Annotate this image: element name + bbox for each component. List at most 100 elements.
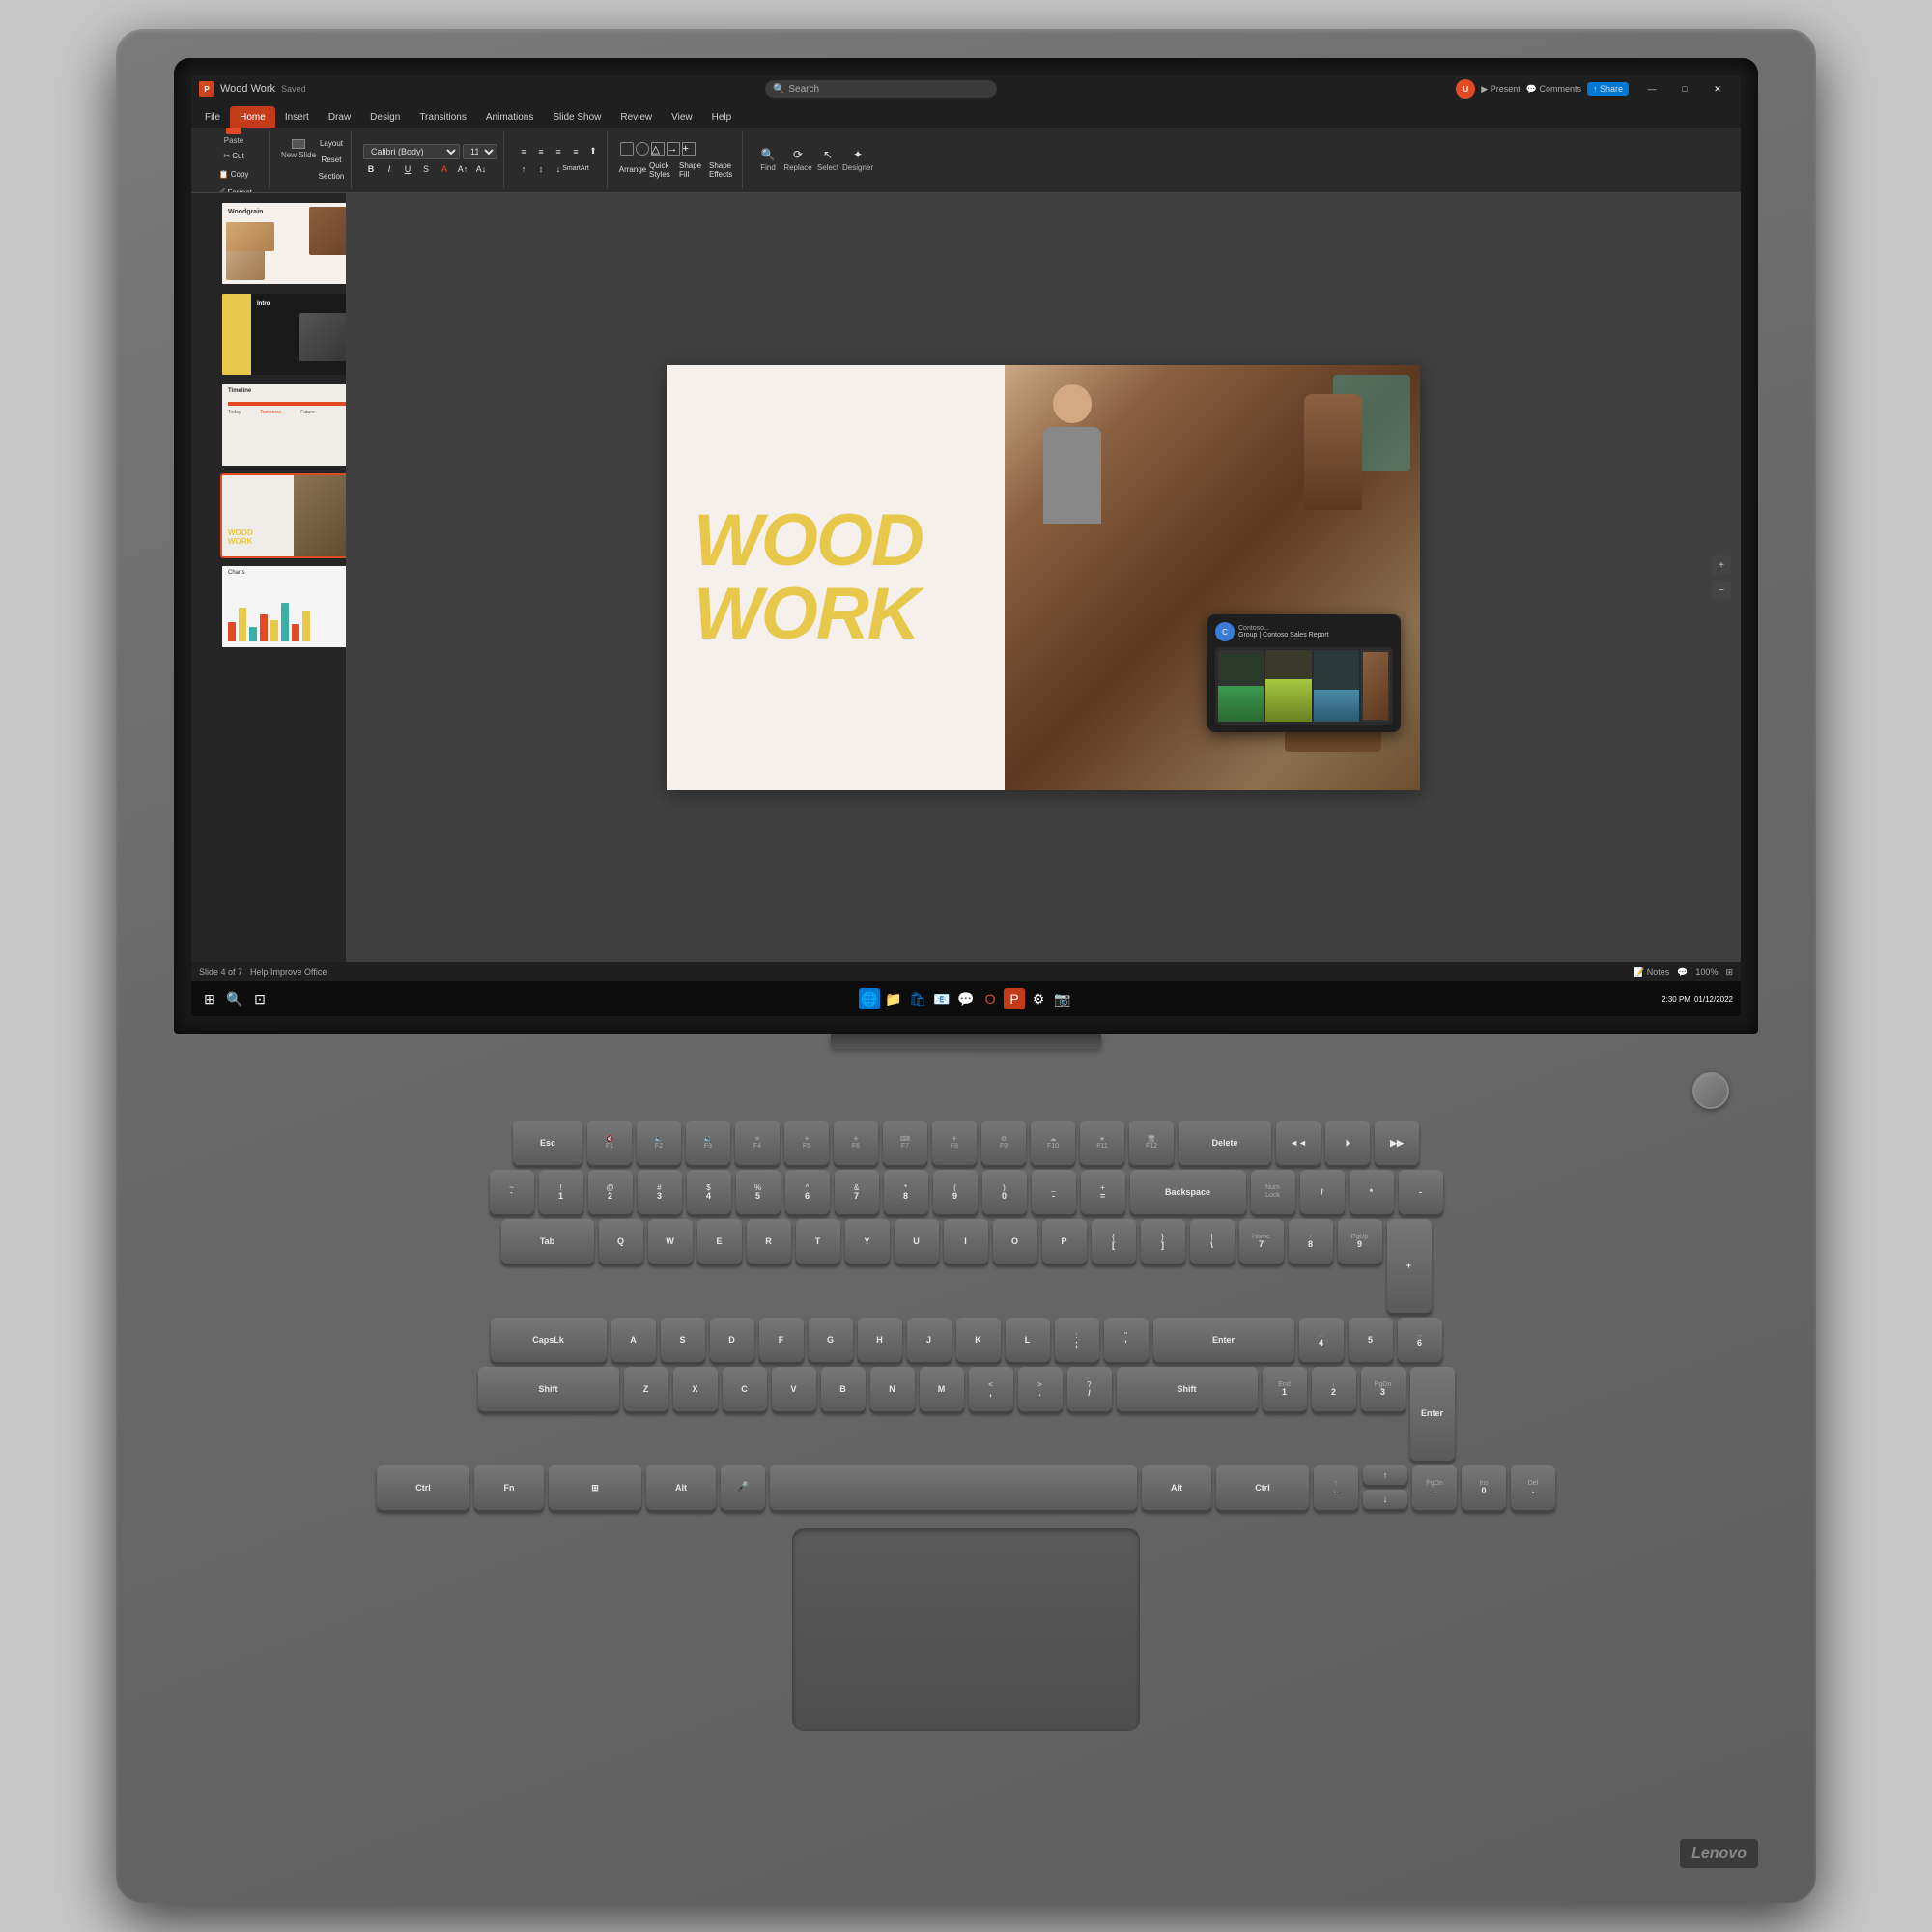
key-num3[interactable]: PgDn3 xyxy=(1361,1367,1406,1411)
key-num7[interactable]: Home7 xyxy=(1239,1219,1284,1264)
key-num-decimal[interactable]: Del. xyxy=(1511,1465,1555,1510)
underline-btn[interactable]: U xyxy=(400,161,415,177)
comments-btn[interactable]: 💬 Comments xyxy=(1526,84,1581,95)
key-numpad-enter[interactable]: Enter xyxy=(1410,1367,1455,1461)
slide-thumb-2[interactable]: Intro xyxy=(220,292,346,377)
taskbar-explorer-icon[interactable]: 📁 xyxy=(883,988,904,1009)
key-alt-left[interactable]: Alt xyxy=(646,1465,716,1510)
key-5[interactable]: %5 xyxy=(736,1170,781,1214)
key-f10[interactable]: ☁F10 xyxy=(1031,1121,1075,1165)
key-tab[interactable]: Tab xyxy=(501,1219,594,1264)
key-y[interactable]: Y xyxy=(845,1219,890,1264)
key-b[interactable]: B xyxy=(821,1367,866,1411)
reset-btn[interactable]: Reset xyxy=(318,153,345,168)
key-f3[interactable]: 🔉F3 xyxy=(686,1121,730,1165)
shape-more[interactable]: + xyxy=(682,142,696,156)
key-shift-right[interactable]: Shift xyxy=(1117,1367,1258,1411)
key-6[interactable]: ^6 xyxy=(785,1170,830,1214)
key-f6[interactable]: ☀F6 xyxy=(834,1121,878,1165)
comments-view-btn[interactable]: 💬 xyxy=(1677,967,1688,978)
designer-btn[interactable]: ✦ Designer xyxy=(844,147,871,174)
key-x[interactable]: X xyxy=(673,1367,718,1411)
copy-btn[interactable]: 📋 Copy xyxy=(205,165,263,183)
key-r[interactable]: R xyxy=(747,1219,791,1264)
select-btn[interactable]: ↖ Select xyxy=(814,147,841,174)
key-g[interactable]: G xyxy=(809,1318,853,1362)
key-equals[interactable]: += xyxy=(1081,1170,1125,1214)
zoom-in-btn[interactable]: + xyxy=(1712,555,1731,575)
key-media-play[interactable]: ⏵ xyxy=(1325,1121,1370,1165)
key-ctrl-right[interactable]: Ctrl xyxy=(1216,1465,1309,1510)
key-v[interactable]: V xyxy=(772,1367,816,1411)
key-num-star[interactable]: * xyxy=(1350,1170,1394,1214)
start-btn[interactable]: ⊞ xyxy=(199,988,220,1009)
key-a[interactable]: A xyxy=(611,1318,656,1362)
align-right-btn[interactable]: ≡ xyxy=(551,144,566,159)
key-e[interactable]: E xyxy=(697,1219,742,1264)
align-center-btn[interactable]: ≡ xyxy=(533,144,549,159)
key-z[interactable]: Z xyxy=(624,1367,668,1411)
key-backslash[interactable]: |\ xyxy=(1190,1219,1235,1264)
key-num6[interactable]: →6 xyxy=(1398,1318,1442,1362)
convert-smartart-btn[interactable]: SmartArt xyxy=(568,161,583,177)
main-slide[interactable]: WOODWORK xyxy=(667,365,1420,790)
key-q[interactable]: Q xyxy=(599,1219,643,1264)
taskbar-teams-icon[interactable]: 💬 xyxy=(955,988,977,1009)
key-arrow-left[interactable]: ↑← xyxy=(1314,1465,1358,1510)
new-slide-btn[interactable]: New Slide xyxy=(281,136,316,163)
taskbar-edge-icon[interactable]: 🌐 xyxy=(859,988,880,1009)
key-num-minus[interactable]: - xyxy=(1399,1170,1443,1214)
key-arrow-right[interactable]: PgDn→ xyxy=(1412,1465,1457,1510)
key-t[interactable]: T xyxy=(796,1219,840,1264)
key-alt-right[interactable]: Alt xyxy=(1142,1465,1211,1510)
key-ctrl-left[interactable]: Ctrl xyxy=(377,1465,469,1510)
key-period[interactable]: >. xyxy=(1018,1367,1063,1411)
replace-btn[interactable]: ⟳ Replace xyxy=(784,147,811,174)
key-arrow-down[interactable]: ↓ xyxy=(1363,1490,1407,1509)
key-3[interactable]: #3 xyxy=(638,1170,682,1214)
key-media-fwd[interactable]: ▶▶ xyxy=(1375,1121,1419,1165)
shape-fill-btn[interactable]: Shape Fill xyxy=(679,161,706,179)
key-m[interactable]: M xyxy=(920,1367,964,1411)
key-shift-left[interactable]: Shift xyxy=(478,1367,619,1411)
shape-arrow[interactable]: → xyxy=(667,142,680,156)
key-f2[interactable]: 🔈F2 xyxy=(637,1121,681,1165)
tab-insert[interactable]: Insert xyxy=(275,106,319,128)
taskbar-ppt-active[interactable]: P xyxy=(1004,988,1025,1009)
tab-animations[interactable]: Animations xyxy=(476,106,543,128)
zoom-out-btn[interactable]: − xyxy=(1712,581,1731,600)
key-f9[interactable]: ⚙F9 xyxy=(981,1121,1026,1165)
key-num-plus[interactable]: + xyxy=(1387,1219,1432,1313)
strikethrough-btn[interactable]: S xyxy=(418,161,434,177)
present-btn[interactable]: ▶ Present xyxy=(1481,84,1520,95)
search-taskbar-btn[interactable]: 🔍 xyxy=(224,988,245,1009)
key-i[interactable]: I xyxy=(944,1219,988,1264)
bold-btn[interactable]: B xyxy=(363,161,379,177)
trackpad[interactable] xyxy=(792,1528,1140,1731)
key-0[interactable]: )0 xyxy=(982,1170,1027,1214)
shape-circle[interactable] xyxy=(636,142,649,156)
key-f4[interactable]: ✕F4 xyxy=(735,1121,780,1165)
tab-slideshow[interactable]: Slide Show xyxy=(543,106,611,128)
tab-help[interactable]: Help xyxy=(702,106,742,128)
key-fwdslash[interactable]: ?/ xyxy=(1067,1367,1112,1411)
search-box[interactable]: 🔍 Search xyxy=(765,80,997,98)
minimize-btn[interactable]: — xyxy=(1636,80,1667,98)
key-comma[interactable]: <, xyxy=(969,1367,1013,1411)
taskbar-camera-icon[interactable]: 📷 xyxy=(1052,988,1073,1009)
tab-view[interactable]: View xyxy=(662,106,702,128)
key-num-slash[interactable]: / xyxy=(1300,1170,1345,1214)
notes-btn[interactable]: 📝 Notes xyxy=(1634,967,1669,978)
cut-btn[interactable]: ✂ Cut xyxy=(205,147,263,164)
key-fn[interactable]: Fn xyxy=(474,1465,544,1510)
taskbar-store-icon[interactable]: 🛍 xyxy=(907,988,928,1009)
align-top-btn[interactable]: ↑ xyxy=(516,161,531,177)
key-quote[interactable]: "' xyxy=(1104,1318,1149,1362)
key-c[interactable]: C xyxy=(723,1367,767,1411)
key-esc[interactable]: Esc xyxy=(513,1121,582,1165)
key-enter[interactable]: Enter xyxy=(1153,1318,1294,1362)
key-arrow-up[interactable]: ↑ xyxy=(1363,1465,1407,1485)
key-num5[interactable]: 5 xyxy=(1349,1318,1393,1362)
fit-slide-btn[interactable]: ⊞ xyxy=(1725,967,1733,978)
arrange-btn[interactable]: Arrange xyxy=(619,161,646,179)
